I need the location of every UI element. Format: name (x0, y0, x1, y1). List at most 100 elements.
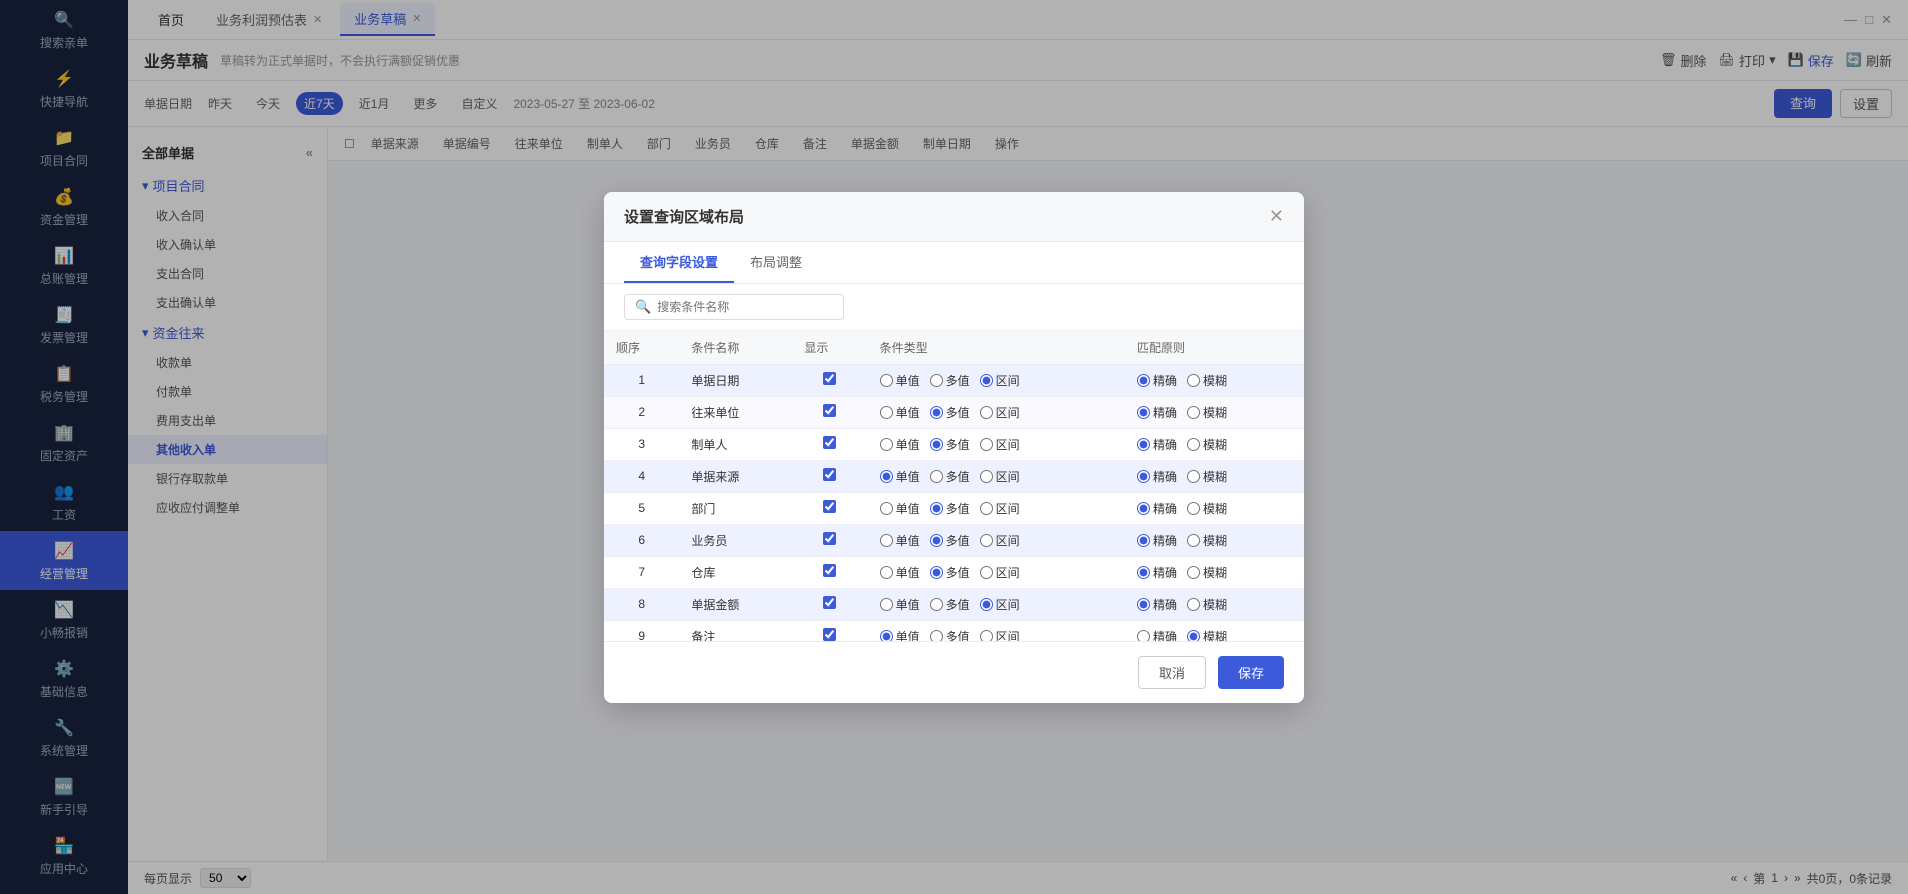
tab-field-settings[interactable]: 查询字段设置 (624, 242, 734, 283)
radio-fuzzy[interactable]: 模糊 (1187, 628, 1227, 641)
dialog-title: 设置查询区域布局 (624, 206, 744, 227)
radio-multi[interactable]: 多值 (930, 436, 970, 453)
dialog-footer: 取消 保存 (604, 641, 1304, 703)
cell-show[interactable] (792, 396, 867, 428)
cell-order: 4 (604, 460, 679, 492)
radio-exact[interactable]: 精确 (1137, 500, 1177, 517)
cancel-button[interactable]: 取消 (1138, 656, 1206, 689)
radio-single[interactable]: 单值 (880, 564, 920, 581)
radio-exact[interactable]: 精确 (1137, 372, 1177, 389)
cell-name: 单据来源 (679, 460, 792, 492)
th-name: 条件名称 (679, 331, 792, 365)
tab-layout-adjust[interactable]: 布局调整 (734, 242, 818, 283)
cell-type: 单值 多值 区间 (868, 524, 1125, 556)
table-row: 4 单据来源 单值 多值 区间 (604, 460, 1304, 492)
radio-range[interactable]: 区间 (980, 372, 1020, 389)
cell-show[interactable] (792, 620, 867, 641)
radio-multi[interactable]: 多值 (930, 500, 970, 517)
radio-exact[interactable]: 精确 (1137, 532, 1177, 549)
radio-single[interactable]: 单值 (880, 532, 920, 549)
radio-multi[interactable]: 多值 (930, 596, 970, 613)
radio-exact[interactable]: 精确 (1137, 564, 1177, 581)
cell-type: 单值 多值 区间 (868, 428, 1125, 460)
radio-range[interactable]: 区间 (980, 468, 1020, 485)
dialog-close-button[interactable]: ✕ (1269, 206, 1284, 227)
radio-multi[interactable]: 多值 (930, 468, 970, 485)
cell-order: 6 (604, 524, 679, 556)
show-checkbox[interactable] (823, 564, 836, 577)
table-row: 6 业务员 单值 多值 区间 (604, 524, 1304, 556)
radio-range[interactable]: 区间 (980, 436, 1020, 453)
radio-range[interactable]: 区间 (980, 532, 1020, 549)
cell-match: 精确 模糊 (1125, 524, 1304, 556)
table-row: 5 部门 单值 多值 区间 (604, 492, 1304, 524)
radio-range[interactable]: 区间 (980, 564, 1020, 581)
radio-fuzzy[interactable]: 模糊 (1187, 532, 1227, 549)
radio-fuzzy[interactable]: 模糊 (1187, 372, 1227, 389)
radio-fuzzy[interactable]: 模糊 (1187, 500, 1227, 517)
radio-single[interactable]: 单值 (880, 404, 920, 421)
show-checkbox[interactable] (823, 500, 836, 513)
radio-exact[interactable]: 精确 (1137, 628, 1177, 641)
cell-show[interactable] (792, 428, 867, 460)
radio-single[interactable]: 单值 (880, 596, 920, 613)
radio-exact[interactable]: 精确 (1137, 436, 1177, 453)
cell-type: 单值 多值 区间 (868, 460, 1125, 492)
show-checkbox[interactable] (823, 628, 836, 641)
radio-fuzzy[interactable]: 模糊 (1187, 404, 1227, 421)
cell-type: 单值 多值 区间 (868, 588, 1125, 620)
radio-single[interactable]: 单值 (880, 468, 920, 485)
cell-show[interactable] (792, 492, 867, 524)
cell-name: 制单人 (679, 428, 792, 460)
radio-single[interactable]: 单值 (880, 372, 920, 389)
cell-order: 9 (604, 620, 679, 641)
radio-fuzzy[interactable]: 模糊 (1187, 564, 1227, 581)
save-dialog-button[interactable]: 保存 (1218, 656, 1284, 689)
radio-fuzzy[interactable]: 模糊 (1187, 596, 1227, 613)
settings-dialog: 设置查询区域布局 ✕ 查询字段设置 布局调整 🔍 顺序 条件名称 显示 (604, 192, 1304, 703)
radio-single[interactable]: 单值 (880, 500, 920, 517)
radio-multi[interactable]: 多值 (930, 372, 970, 389)
cell-show[interactable] (792, 588, 867, 620)
radio-fuzzy[interactable]: 模糊 (1187, 436, 1227, 453)
radio-exact[interactable]: 精确 (1137, 596, 1177, 613)
radio-multi[interactable]: 多值 (930, 404, 970, 421)
dialog-table-scroll: 顺序 条件名称 显示 条件类型 匹配原则 1 单据日期 单值 (604, 331, 1304, 641)
condition-search-input[interactable] (657, 300, 833, 314)
cell-name: 业务员 (679, 524, 792, 556)
cell-order: 8 (604, 588, 679, 620)
radio-single[interactable]: 单值 (880, 628, 920, 641)
radio-fuzzy[interactable]: 模糊 (1187, 468, 1227, 485)
dialog-search-area: 🔍 (604, 284, 1304, 331)
radio-multi[interactable]: 多值 (930, 628, 970, 641)
show-checkbox[interactable] (823, 532, 836, 545)
cell-order: 3 (604, 428, 679, 460)
cell-show[interactable] (792, 556, 867, 588)
th-show: 显示 (792, 331, 867, 365)
show-checkbox[interactable] (823, 436, 836, 449)
radio-range[interactable]: 区间 (980, 628, 1020, 641)
show-checkbox[interactable] (823, 596, 836, 609)
show-checkbox[interactable] (823, 404, 836, 417)
cell-name: 单据金额 (679, 588, 792, 620)
cell-show[interactable] (792, 524, 867, 556)
cell-show[interactable] (792, 364, 867, 396)
radio-exact[interactable]: 精确 (1137, 404, 1177, 421)
radio-single[interactable]: 单值 (880, 436, 920, 453)
radio-range[interactable]: 区间 (980, 596, 1020, 613)
cell-type: 单值 多值 区间 (868, 620, 1125, 641)
show-checkbox[interactable] (823, 372, 836, 385)
radio-multi[interactable]: 多值 (930, 532, 970, 549)
cell-match: 精确 模糊 (1125, 588, 1304, 620)
search-icon: 🔍 (635, 299, 651, 315)
cell-match: 精确 模糊 (1125, 364, 1304, 396)
radio-exact[interactable]: 精确 (1137, 468, 1177, 485)
radio-multi[interactable]: 多值 (930, 564, 970, 581)
dialog-tabs: 查询字段设置 布局调整 (604, 242, 1304, 284)
cell-type: 单值 多值 区间 (868, 364, 1125, 396)
radio-range[interactable]: 区间 (980, 500, 1020, 517)
radio-range[interactable]: 区间 (980, 404, 1020, 421)
cell-show[interactable] (792, 460, 867, 492)
table-row: 7 仓库 单值 多值 区间 (604, 556, 1304, 588)
show-checkbox[interactable] (823, 468, 836, 481)
